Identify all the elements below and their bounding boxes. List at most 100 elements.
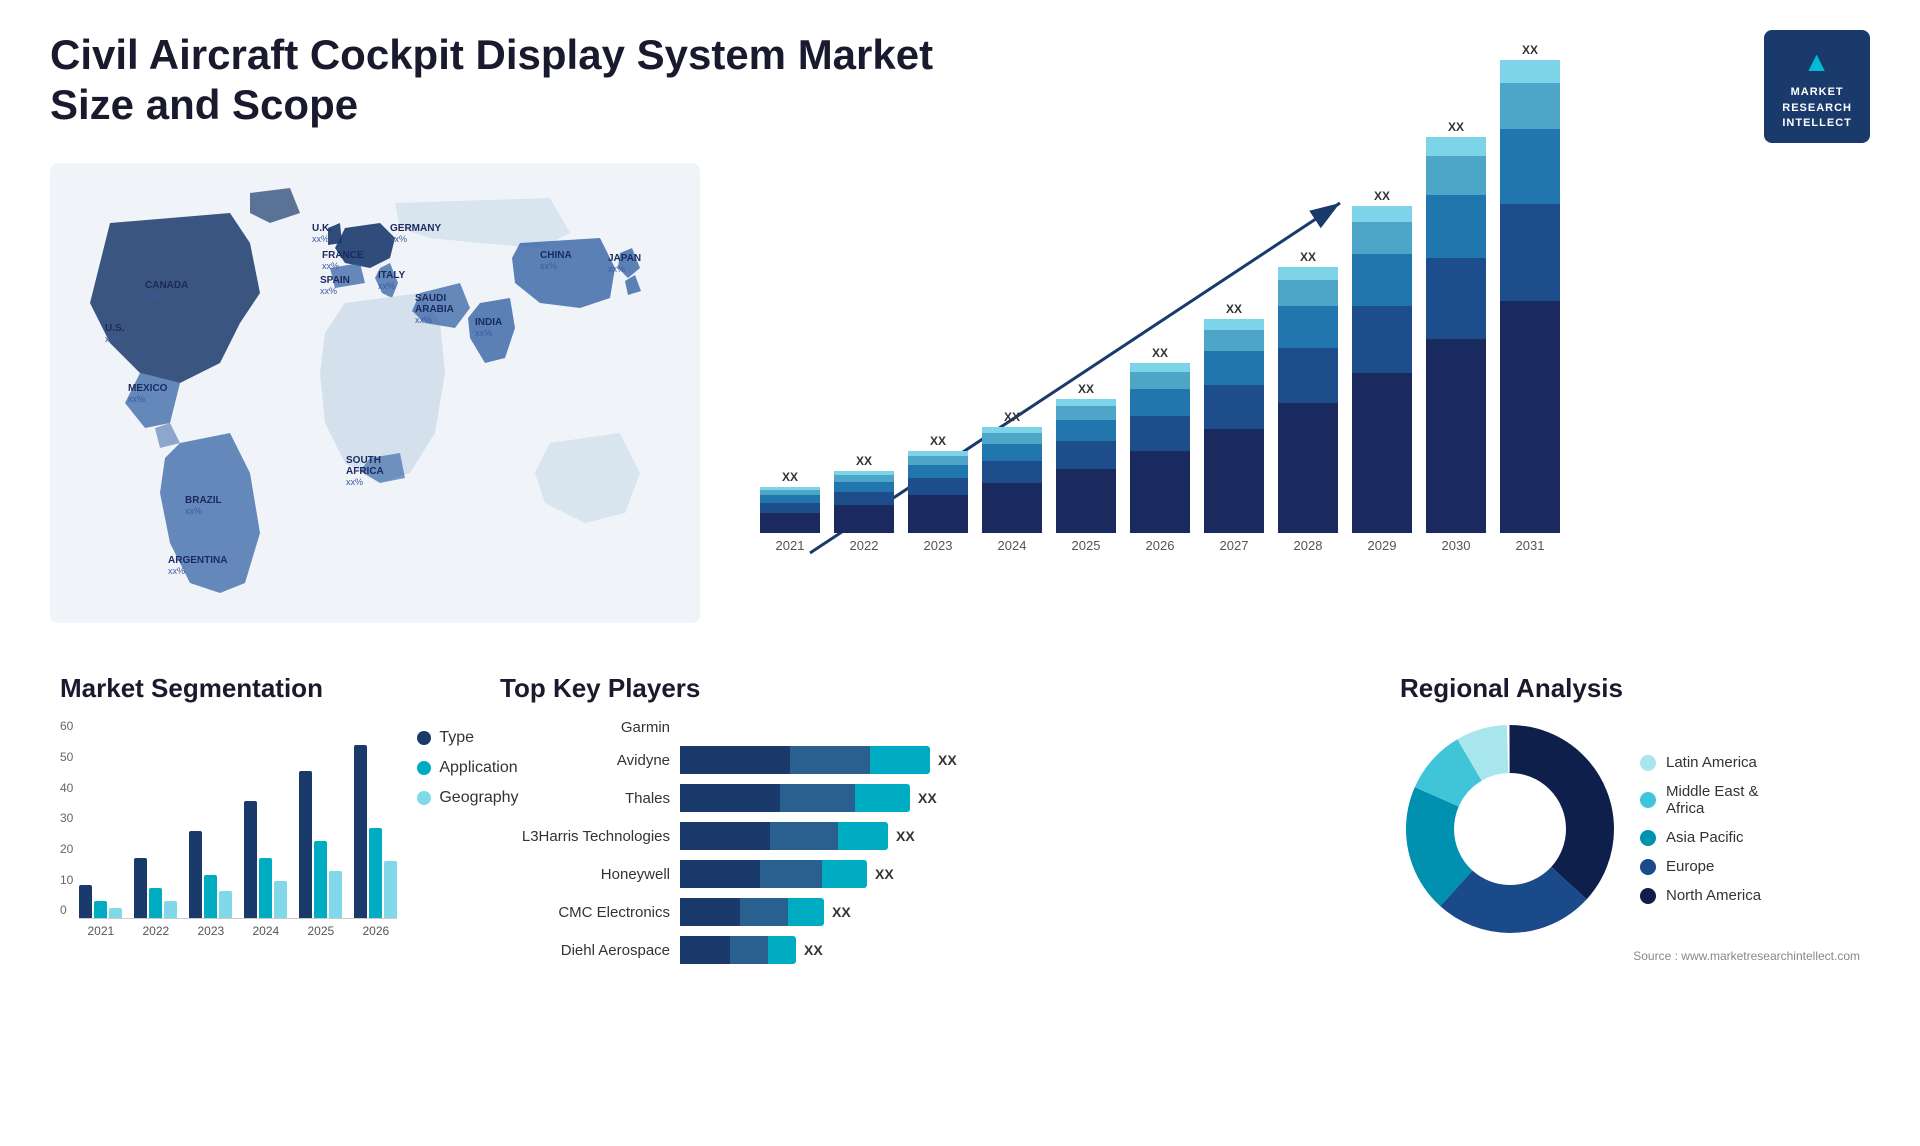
bottom-row: Market Segmentation 0 10 20 30 40 50 60 <box>50 663 1870 984</box>
svg-text:xx%: xx% <box>168 566 185 576</box>
svg-text:xx%: xx% <box>146 291 163 301</box>
svg-text:AFRICA: AFRICA <box>346 466 384 477</box>
svg-text:U.S.: U.S. <box>105 323 125 334</box>
seg-bars <box>79 719 397 919</box>
svg-text:CANADA: CANADA <box>145 280 188 291</box>
donut-area: Latin America Middle East &Africa Asia P… <box>1400 719 1860 939</box>
legend-dot-europe <box>1640 859 1656 875</box>
bar-group-2028: XX 2028 <box>1278 250 1338 553</box>
player-bar-seg3 <box>870 746 930 774</box>
logo-area: ▲ MARKET RESEARCH INTELLECT <box>1764 30 1870 143</box>
svg-text:BRAZIL: BRAZIL <box>185 495 222 506</box>
players-section: Top Key Players Garmin Avidyne XX <box>490 663 1370 984</box>
svg-text:xx%: xx% <box>540 261 557 271</box>
seg-bar-group-2026 <box>354 745 397 918</box>
regional-title: Regional Analysis <box>1400 673 1860 704</box>
legend-dot-latin <box>1640 755 1656 771</box>
player-row-thales: Thales XX <box>500 784 1360 812</box>
svg-text:GERMANY: GERMANY <box>390 223 441 234</box>
svg-text:SPAIN: SPAIN <box>320 275 350 286</box>
svg-text:JAPAN: JAPAN <box>608 253 641 264</box>
svg-text:xx%: xx% <box>415 315 432 325</box>
svg-text:INDIA: INDIA <box>475 317 502 328</box>
player-row-diehl: Diehl Aerospace XX <box>500 936 1360 964</box>
legend-north-america: North America <box>1640 887 1761 904</box>
seg-chart-wrapper: 0 10 20 30 40 50 60 <box>60 719 460 938</box>
page-title: Civil Aircraft Cockpit Display System Ma… <box>50 30 950 131</box>
bar-group-2030: XX 2030 <box>1426 120 1486 553</box>
player-xx-cmc: XX <box>832 904 851 920</box>
seg-bar-type <box>79 885 92 918</box>
svg-text:MEXICO: MEXICO <box>128 383 168 394</box>
svg-text:xx%: xx% <box>322 261 339 271</box>
bar-group-2031: XX 2031 <box>1500 43 1560 553</box>
legend-dot-na <box>1640 888 1656 904</box>
bar-chart-container: XX 2021 XX <box>750 173 1850 613</box>
bar-group-2022: XX 2022 <box>834 454 894 553</box>
world-map-svg: CANADA xx% U.S. xx% MEXICO xx% BRAZIL xx… <box>50 163 700 623</box>
svg-text:SOUTH: SOUTH <box>346 455 381 466</box>
svg-text:FRANCE: FRANCE <box>322 250 364 261</box>
svg-text:ITALY: ITALY <box>378 270 406 281</box>
seg-bar-group-2023 <box>189 831 232 918</box>
logo-text: MARKET RESEARCH INTELLECT <box>1782 85 1852 131</box>
svg-text:U.K.: U.K. <box>312 223 332 234</box>
player-name-honeywell: Honeywell <box>500 866 670 883</box>
bar-group-2026: XX 2026 <box>1130 346 1190 553</box>
legend-latin-america: Latin America <box>1640 754 1761 771</box>
regional-legend: Latin America Middle East &Africa Asia P… <box>1640 754 1761 904</box>
players-title: Top Key Players <box>500 673 1360 704</box>
seg-bar-group-2024 <box>244 801 287 918</box>
stacked-bars-container: XX 2021 XX <box>750 173 1850 553</box>
seg-bar-group-2025 <box>299 771 342 918</box>
bar-chart-section: XX 2021 XX <box>730 163 1870 643</box>
player-xx-thales: XX <box>918 790 937 806</box>
player-name-avidyne: Avidyne <box>500 752 670 769</box>
svg-text:xx%: xx% <box>320 286 337 296</box>
seg-bar-group-2021 <box>79 885 122 918</box>
map-section: CANADA xx% U.S. xx% MEXICO xx% BRAZIL xx… <box>50 163 710 643</box>
svg-text:xx%: xx% <box>128 394 145 404</box>
player-xx-l3harris: XX <box>896 828 915 844</box>
svg-text:xx%: xx% <box>105 334 122 344</box>
svg-text:xx%: xx% <box>608 264 625 274</box>
legend-dot-geo <box>417 791 431 805</box>
bar-group-2025: XX 2025 <box>1056 382 1116 553</box>
svg-text:xx%: xx% <box>475 328 492 338</box>
source-text: Source : www.marketresearchintellect.com <box>1400 949 1860 963</box>
seg-y-axis: 0 10 20 30 40 50 60 <box>60 719 73 919</box>
svg-text:xx%: xx% <box>312 234 329 244</box>
player-row-cmc: CMC Electronics XX <box>500 898 1360 926</box>
player-xx-honeywell: XX <box>875 866 894 882</box>
player-name-diehl: Diehl Aerospace <box>500 942 670 959</box>
bar-group-2021: XX 2021 <box>760 470 820 553</box>
legend-dot-apac <box>1640 830 1656 846</box>
svg-text:SAUDI: SAUDI <box>415 293 446 304</box>
legend-asia-pacific: Asia Pacific <box>1640 829 1761 846</box>
bar-group-2023: XX 2023 <box>908 434 968 553</box>
player-row-honeywell: Honeywell XX <box>500 860 1360 888</box>
svg-text:ARGENTINA: ARGENTINA <box>168 555 227 566</box>
svg-text:ARABIA: ARABIA <box>415 304 454 315</box>
regional-section: Regional Analysis <box>1390 663 1870 984</box>
player-name-thales: Thales <box>500 790 670 807</box>
seg-bars-xaxis: 2021 2022 2023 2024 2025 2026 <box>79 719 397 938</box>
svg-text:xx%: xx% <box>390 234 407 244</box>
svg-text:CHINA: CHINA <box>540 250 572 261</box>
player-bar-seg1 <box>680 746 790 774</box>
segmentation-section: Market Segmentation 0 10 20 30 40 50 60 <box>50 663 470 984</box>
seg-x-axis: 2021 2022 2023 2024 2025 2026 <box>79 924 397 938</box>
seg-bar-app <box>94 901 107 918</box>
bar-group-2027: XX 2027 <box>1204 302 1264 553</box>
player-name-l3harris: L3Harris Technologies <box>500 828 670 845</box>
svg-text:xx%: xx% <box>185 506 202 516</box>
legend-europe: Europe <box>1640 858 1761 875</box>
player-row-garmin: Garmin <box>500 719 1360 736</box>
main-content: CANADA xx% U.S. xx% MEXICO xx% BRAZIL xx… <box>50 163 1870 984</box>
bar-group-2029: XX 2029 <box>1352 189 1412 553</box>
legend-dot-mea <box>1640 792 1656 808</box>
donut-chart-svg <box>1400 719 1620 939</box>
segmentation-title: Market Segmentation <box>60 673 460 704</box>
svg-text:xx%: xx% <box>346 477 363 487</box>
legend-dot-type <box>417 731 431 745</box>
